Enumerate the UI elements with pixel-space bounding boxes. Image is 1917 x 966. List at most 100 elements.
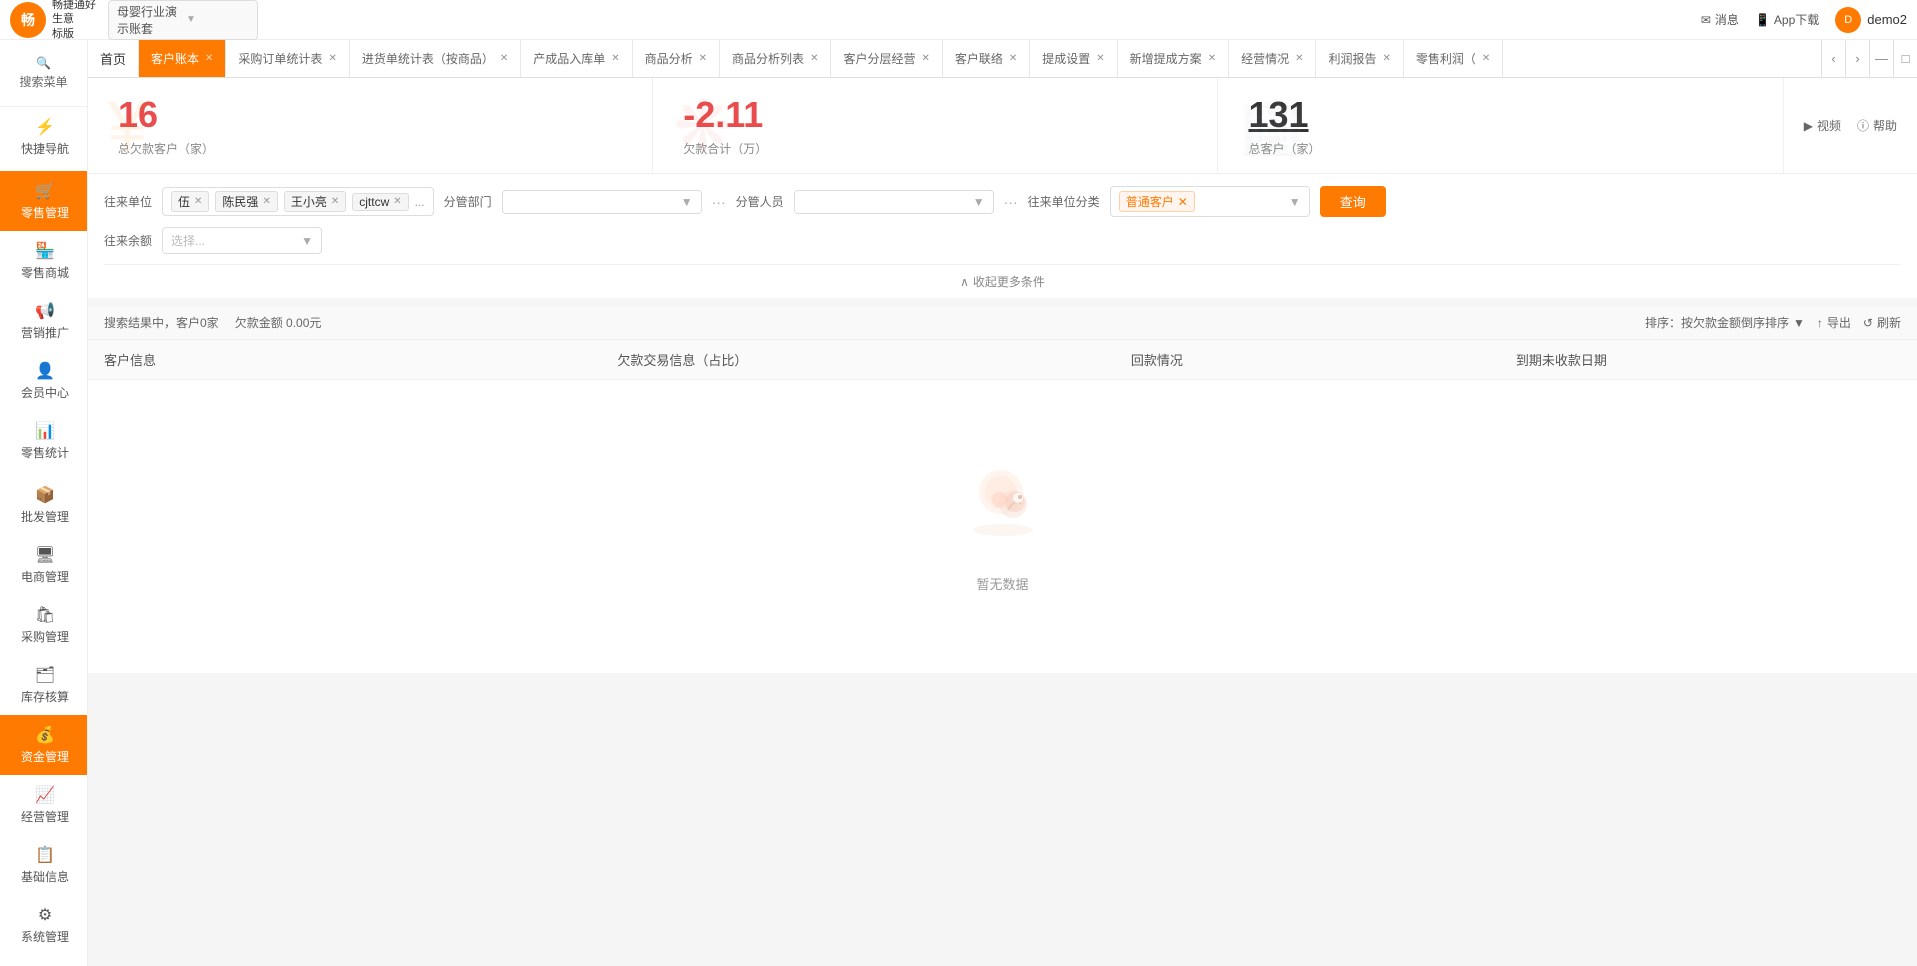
tab-close-purchase-order[interactable]: ✕: [328, 53, 336, 64]
unit-tag-cjttcw[interactable]: cjttcw ✕: [352, 193, 408, 211]
tab-close-production-entry[interactable]: ✕: [611, 53, 619, 64]
unit-tag-wu[interactable]: 伍 ✕: [171, 191, 209, 212]
tab-new-raise[interactable]: 新增提成方案 ✕: [1118, 40, 1229, 78]
marketing-icon: 📢: [35, 301, 55, 321]
unit-filter-tags[interactable]: 伍 ✕ 陈民强 ✕ 王小亮 ✕ cjttcw ✕: [162, 187, 434, 216]
help-btn[interactable]: ⓘ 帮助: [1857, 117, 1897, 134]
quick-nav-icon: ⚡: [35, 117, 55, 137]
unit-type-tag-normal[interactable]: 普通客户 ✕: [1119, 191, 1195, 212]
account-selector[interactable]: 母婴行业演示账套 ▼: [108, 0, 258, 40]
stat-debt-total: ❋ -2.11 欠款合计（万）: [653, 78, 1218, 173]
sidebar-item-retail-stats[interactable]: 📊 零售统计: [0, 411, 87, 471]
system-icon: ⚙: [38, 905, 52, 925]
tab-close-retail-profit[interactable]: ✕: [1482, 53, 1490, 64]
tab-home[interactable]: 首页: [88, 40, 139, 78]
search-menu-btn[interactable]: 🔍 搜索菜单: [8, 50, 79, 96]
unit-tag-chen[interactable]: 陈民强 ✕: [215, 191, 277, 212]
sidebar-item-quick-nav[interactable]: ⚡ 快捷导航: [0, 107, 87, 167]
tab-close-customer-account[interactable]: ✕: [205, 53, 213, 64]
sort-select[interactable]: 排序：按欠款金额倒序排序 ▼: [1645, 314, 1805, 331]
tab-customer-tier[interactable]: 客户分层经营 ✕: [831, 40, 942, 78]
tab-next-btn[interactable]: ›: [1845, 40, 1869, 78]
sidebar-item-retail-shop[interactable]: 🏪 零售商城: [0, 231, 87, 291]
sidebar-item-basic-info[interactable]: 📋 基础信息: [0, 835, 87, 895]
tab-customer-account[interactable]: 客户账本 ✕: [139, 40, 226, 78]
stats-icon: 📊: [35, 421, 55, 441]
operation-icon: 📈: [35, 785, 55, 805]
collapse-filter-btn[interactable]: ∧ 收起更多条件: [104, 264, 1901, 298]
tab-raise-settings[interactable]: 提成设置 ✕: [1030, 40, 1117, 78]
member-icon: 👤: [35, 361, 55, 381]
sidebar-item-retail[interactable]: 🛒 零售管理: [0, 171, 87, 231]
unit-tag-chen-close[interactable]: ✕: [262, 196, 270, 207]
refresh-btn[interactable]: ↺ 刷新: [1863, 314, 1901, 331]
balance-filter-input[interactable]: 选择... ▼: [162, 227, 322, 254]
tab-maximize-btn[interactable]: □: [1893, 40, 1917, 78]
unit-tag-wu-close[interactable]: ✕: [194, 196, 202, 207]
dept-filter-dots[interactable]: ···: [712, 194, 726, 210]
unit-filter-label: 往来单位: [104, 193, 152, 210]
unit-tag-cjttcw-close[interactable]: ✕: [393, 196, 401, 207]
page-content: ¥ 16 总欠款客户（家） ❋ -2.11 欠款合计（万）: [88, 78, 1917, 966]
play-icon: ▶: [1804, 119, 1813, 133]
tab-close-import-stats[interactable]: ✕: [500, 53, 508, 64]
sidebar-item-purchase[interactable]: 🛍 采购管理: [0, 595, 87, 655]
unit-tags-more[interactable]: ...: [415, 195, 425, 209]
sidebar-item-marketing[interactable]: 📢 营销推广: [0, 291, 87, 351]
video-help-btn[interactable]: ▶ 视频: [1804, 117, 1841, 134]
tab-close-customer-tier[interactable]: ✕: [921, 53, 929, 64]
tab-goods-analysis-list[interactable]: 商品分析列表 ✕: [720, 40, 831, 78]
dept-dropdown-arrow: ▼: [681, 195, 693, 209]
sidebar-item-member[interactable]: 👤 会员中心: [0, 351, 87, 411]
sidebar-item-finance[interactable]: 💰 资金管理: [0, 715, 87, 775]
sidebar-item-operation[interactable]: 📈 经营管理: [0, 775, 87, 835]
user-profile[interactable]: D demo2: [1835, 7, 1907, 33]
tab-profit-report[interactable]: 利润报告 ✕: [1316, 40, 1403, 78]
sidebar-item-inventory[interactable]: 🗂 库存核算: [0, 655, 87, 715]
sidebar-item-ecommerce[interactable]: 🖥 电商管理: [0, 535, 87, 595]
tab-minimize-btn[interactable]: —: [1869, 40, 1893, 78]
sidebar-item-system[interactable]: ⚙ 系统管理: [0, 895, 87, 955]
tab-close-operation[interactable]: ✕: [1295, 53, 1303, 64]
unit-tag-wang[interactable]: 王小亮 ✕: [284, 191, 346, 212]
manager-dropdown-arrow: ▼: [973, 195, 985, 209]
main-area: 首页 客户账本 ✕ 采购订单统计表 ✕ 进货单统计表（按商品） ✕ 产成品入库单…: [88, 40, 1917, 966]
stats-bar: ¥ 16 总欠款客户（家） ❋ -2.11 欠款合计（万）: [88, 78, 1917, 174]
manager-filter-dots[interactable]: ···: [1004, 194, 1018, 210]
unit-type-tag-close[interactable]: ✕: [1178, 195, 1188, 209]
tab-close-raise-settings[interactable]: ✕: [1096, 53, 1104, 64]
filter-row-2: 往来余额 选择... ▼: [104, 227, 1901, 254]
tab-prev-btn[interactable]: ‹: [1821, 40, 1845, 78]
logo-text: 畅捷通好生意 标版: [52, 0, 98, 41]
tab-goods-analysis[interactable]: 商品分析 ✕: [633, 40, 720, 78]
message-btn[interactable]: ✉ 消息: [1701, 11, 1739, 28]
unit-tag-wang-close[interactable]: ✕: [331, 196, 339, 207]
tab-close-new-raise[interactable]: ✕: [1208, 53, 1216, 64]
tab-close-customer-contact[interactable]: ✕: [1009, 53, 1017, 64]
unit-type-select[interactable]: 普通客户 ✕ ▼: [1110, 186, 1310, 217]
sidebar-search-section: 🔍 搜索菜单: [0, 40, 87, 107]
tab-close-goods-analysis-list[interactable]: ✕: [810, 53, 818, 64]
tab-close-goods-analysis[interactable]: ✕: [699, 53, 707, 64]
stat-debt-customers: ¥ 16 总欠款客户（家）: [88, 78, 653, 173]
tab-purchase-order[interactable]: 采购订单统计表 ✕: [226, 40, 349, 78]
manager-filter-select[interactable]: ▼: [794, 190, 994, 214]
tab-close-profit-report[interactable]: ✕: [1383, 53, 1391, 64]
stats-actions: ▶ 视频 ⓘ 帮助: [1784, 78, 1917, 173]
dept-filter-select[interactable]: ▼: [502, 190, 702, 214]
inventory-icon: 🗂: [35, 665, 55, 685]
tabbar: 首页 客户账本 ✕ 采购订单统计表 ✕ 进货单统计表（按商品） ✕ 产成品入库单…: [88, 40, 1917, 78]
tab-customer-contact[interactable]: 客户联络 ✕: [943, 40, 1030, 78]
tab-operation[interactable]: 经营情况 ✕: [1229, 40, 1316, 78]
app-download-btn[interactable]: 📱 App下载: [1755, 11, 1819, 28]
tab-production-entry[interactable]: 产成品入库单 ✕: [521, 40, 632, 78]
table-header-debt-info: 欠款交易信息（占比）: [617, 350, 1130, 369]
results-actions: 排序：按欠款金额倒序排序 ▼ ↑ 导出 ↺ 刷新: [1645, 314, 1901, 331]
sidebar-item-enterprise[interactable]: 🤝 企业协同: [0, 955, 87, 966]
tab-retail-profit[interactable]: 零售利润（ ✕: [1404, 40, 1503, 78]
topbar-right: ✉ 消息 📱 App下载 D demo2: [1701, 7, 1907, 33]
export-btn[interactable]: ↑ 导出: [1817, 314, 1851, 331]
tab-import-stats[interactable]: 进货单统计表（按商品） ✕: [350, 40, 521, 78]
query-button[interactable]: 查询: [1320, 186, 1386, 217]
sidebar-item-batch[interactable]: 📦 批发管理: [0, 475, 87, 535]
